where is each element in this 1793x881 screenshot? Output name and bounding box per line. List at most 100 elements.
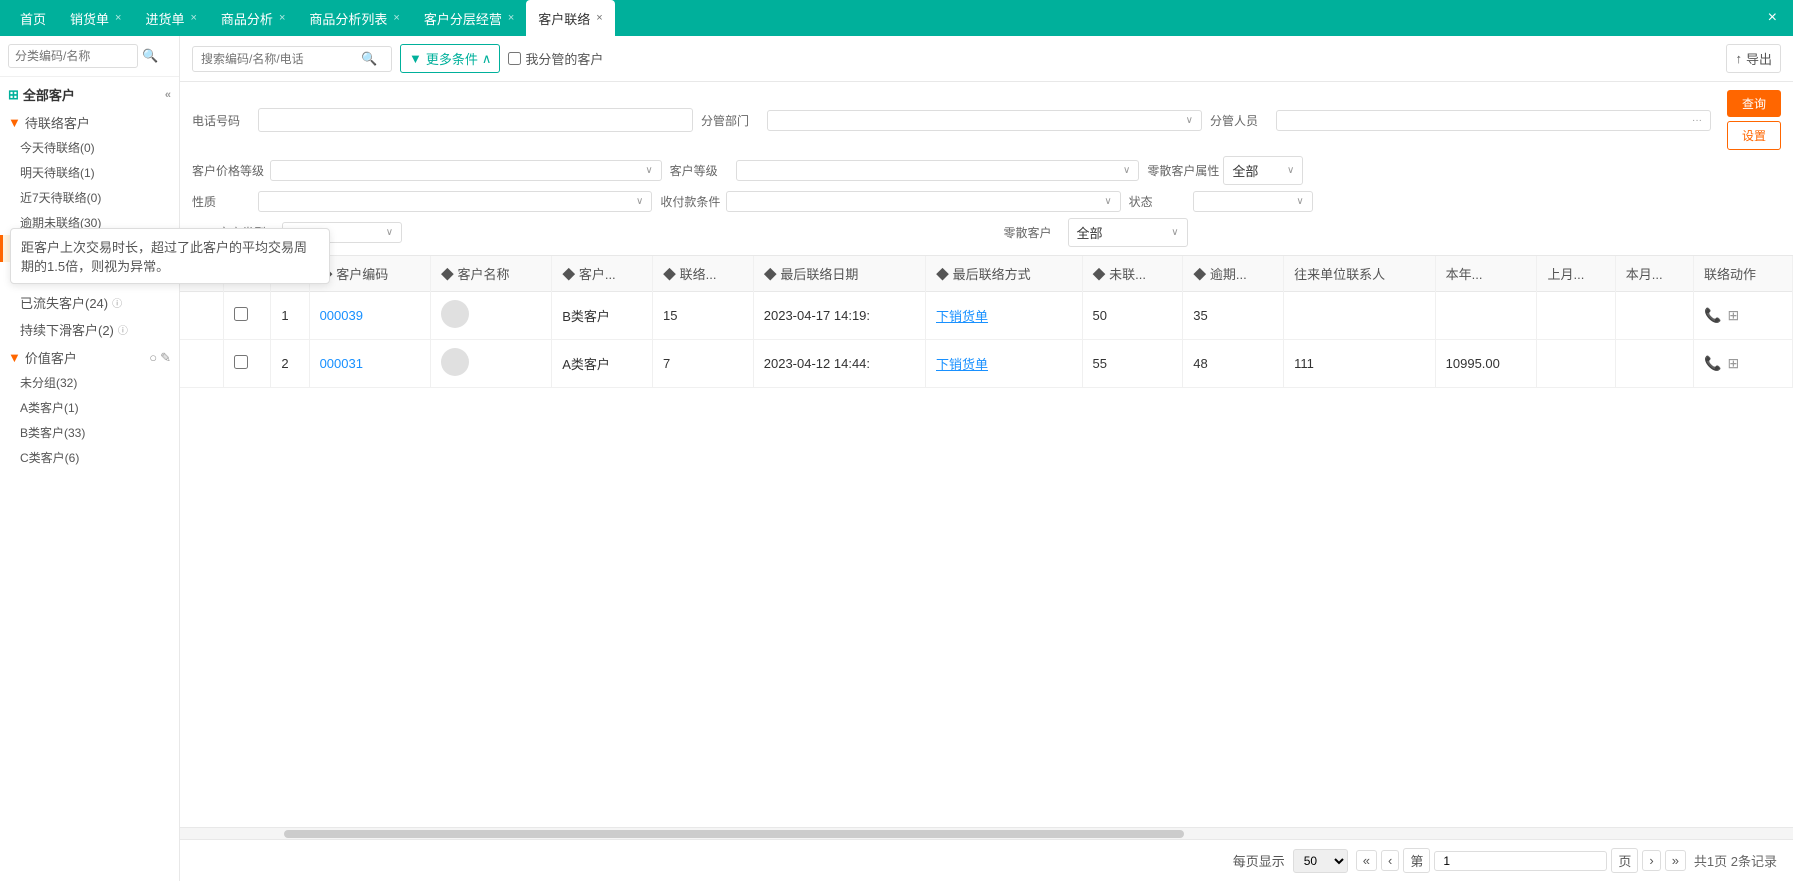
query-button[interactable]: 查询 (1727, 90, 1781, 117)
sidebar-search-area: 🔍 (0, 36, 179, 77)
value-group-edit-icons: ○ ✎ (149, 350, 171, 366)
more-conditions-button[interactable]: ▼ 更多条件 ∧ (400, 44, 500, 73)
row1-overdue: 35 (1183, 292, 1284, 340)
pending-contact-group[interactable]: ▼ 待联络客户 (0, 108, 179, 135)
next-page-btn[interactable]: › (1642, 850, 1660, 871)
nav-item-purchase[interactable]: 进货单 × (133, 0, 208, 36)
scatter2-label: 零散客户 (1004, 224, 1064, 241)
cust-level-label: 客户等级 (670, 162, 730, 179)
row2-phone-icon[interactable]: 📞 (1704, 355, 1721, 372)
main-search-input[interactable] (201, 52, 361, 66)
arrow-icon: ▼ (8, 115, 21, 130)
scrollbar-thumb[interactable] (284, 830, 1184, 838)
scatter2-arrow: ∨ (1171, 227, 1178, 238)
row2-grid-icon[interactable]: ⊞ (1727, 355, 1739, 372)
last-month-col-header[interactable]: 上月... (1537, 256, 1615, 292)
row1-unit-contact (1284, 292, 1436, 340)
tomorrow-pending-item[interactable]: 明天待联络(1) (0, 160, 179, 185)
close-segmentation-tab[interactable]: × (508, 12, 514, 24)
churned-item[interactable]: 已流失客户(24) ⓘ (0, 289, 179, 316)
a-class-item[interactable]: A类客户(1) (0, 395, 179, 420)
uncontacted-col-header[interactable]: ◆ 未联... (1082, 256, 1183, 292)
last-contact-date-col-header[interactable]: ◆ 最后联络日期 (753, 256, 925, 292)
page-number-input[interactable] (1434, 851, 1607, 871)
circle-icon[interactable]: ○ (149, 350, 157, 366)
row1-action-icons: 📞 ⊞ (1704, 307, 1782, 324)
all-customers-title[interactable]: ⊞ 全部客户 « (0, 77, 179, 108)
export-button[interactable]: ↑ 导出 (1726, 44, 1781, 73)
cust-level-select[interactable]: ∨ (736, 160, 1140, 181)
row2-select-checkbox[interactable] (234, 355, 248, 369)
price-level-arrow: ∨ (645, 165, 652, 176)
row1-uncontacted: 50 (1082, 292, 1183, 340)
close-window-button[interactable]: × (1760, 9, 1785, 27)
close-product-analysis-tab[interactable]: × (279, 12, 285, 24)
status-select[interactable]: ∨ (1193, 191, 1313, 212)
nav-item-product-analysis[interactable]: 商品分析 × (209, 0, 297, 36)
last-contact-method-col-header[interactable]: ◆ 最后联络方式 (926, 256, 1083, 292)
scatter2-filter: 零散客户 全部 ∨ (1004, 218, 1188, 247)
collapse-sidebar-icon[interactable]: « (165, 89, 171, 101)
row2-this-year: 10995.00 (1435, 340, 1537, 388)
main-search-icon[interactable]: 🔍 (361, 51, 377, 67)
close-purchase-tab[interactable]: × (190, 12, 196, 24)
name-col-header[interactable]: ◆ 客户名称 (430, 256, 551, 292)
scatter-attr-select[interactable]: 全部 ∨ (1223, 156, 1303, 185)
nav-item-customer-segmentation[interactable]: 客户分层经营 × (412, 0, 526, 36)
nav-item-customer-contact[interactable]: 客户联络 × (526, 0, 614, 36)
row2-last-month (1537, 340, 1615, 388)
tooltip-box: 距客户上次交易时长，超过了此客户的平均交易周期的1.5倍，则视为异常。 (10, 228, 330, 284)
contact-count-col-header[interactable]: ◆ 联络... (652, 256, 753, 292)
manager-arrow-icon: ··· (1692, 115, 1702, 126)
row1-grid-icon[interactable]: ⊞ (1727, 307, 1739, 324)
dept-label: 分管部门 (701, 112, 761, 129)
row1-phone-icon[interactable]: 📞 (1704, 307, 1721, 324)
declining-item[interactable]: 持续下滑客户(2) ⓘ (0, 316, 179, 343)
scatter2-select[interactable]: 全部 ∨ (1068, 218, 1188, 247)
phone-input[interactable] (258, 108, 693, 132)
row2-last-contact-method[interactable]: 下销货单 (926, 340, 1083, 388)
today-pending-item[interactable]: 今天待联络(0) (0, 135, 179, 160)
status-label: 状态 (1129, 193, 1189, 210)
close-contact-tab[interactable]: × (596, 12, 602, 24)
gender-select[interactable]: ∨ (258, 191, 652, 212)
my-customers-checkbox[interactable] (508, 52, 521, 65)
row1-last-contact-method[interactable]: 下销货单 (926, 292, 1083, 340)
nav-item-sales[interactable]: 销货单 × (58, 0, 133, 36)
value-customer-group-header[interactable]: ▼ 价值客户 ○ ✎ (0, 343, 179, 370)
sidebar-search-icon[interactable]: 🔍 (142, 48, 158, 64)
last-page-btn[interactable]: » (1665, 850, 1686, 871)
first-page-btn[interactable]: « (1356, 850, 1377, 871)
prev-page-btn[interactable]: ‹ (1381, 850, 1399, 871)
price-level-select[interactable]: ∨ (270, 160, 662, 181)
payment-select[interactable]: ∨ (726, 191, 1120, 212)
manager-select[interactable]: ··· (1276, 110, 1711, 131)
row2-code[interactable]: 000031 (309, 340, 430, 388)
close-product-list-tab[interactable]: × (393, 12, 399, 24)
edit-icon[interactable]: ✎ (160, 350, 171, 366)
week-pending-item[interactable]: 近7天待联络(0) (0, 185, 179, 210)
nav-item-product-list[interactable]: 商品分析列表 × (297, 0, 411, 36)
sidebar-search-input[interactable] (8, 44, 138, 68)
unit-contact-col-header[interactable]: 往来单位联系人 (1284, 256, 1436, 292)
unclassified-item[interactable]: 未分组(32) (0, 370, 179, 395)
this-month-col-header[interactable]: 本月... (1615, 256, 1693, 292)
filter-row-3: 性质 ∨ 收付款条件 ∨ 状态 (192, 191, 1781, 212)
dept-select[interactable]: ∨ (767, 110, 1202, 131)
per-page-select[interactable]: 50 100 200 (1293, 849, 1348, 873)
b-class-item[interactable]: B类客户(33) (0, 420, 179, 445)
scatter-attr-label: 零散客户属性 (1147, 162, 1219, 179)
row1-code[interactable]: 000039 (309, 292, 430, 340)
export-icon: ↑ (1735, 51, 1742, 66)
cust-type-col-header[interactable]: ◆ 客户... (552, 256, 653, 292)
horizontal-scrollbar[interactable] (180, 827, 1793, 839)
this-year-col-header[interactable]: 本年... (1435, 256, 1537, 292)
row2-last-contact-date: 2023-04-12 14:44: (753, 340, 925, 388)
c-class-item[interactable]: C类客户(6) (0, 445, 179, 470)
settings-button[interactable]: 设置 (1727, 121, 1781, 150)
close-sales-tab[interactable]: × (115, 12, 121, 24)
nav-item-home[interactable]: 首页 (8, 0, 58, 36)
sidebar: 🔍 ⊞ 全部客户 « ▼ 待联络客户 今天待联络(0) 明天待联络(1) 近7天… (0, 36, 180, 881)
row1-select-checkbox[interactable] (234, 307, 248, 321)
overdue-col-header[interactable]: ◆ 逾期... (1183, 256, 1284, 292)
